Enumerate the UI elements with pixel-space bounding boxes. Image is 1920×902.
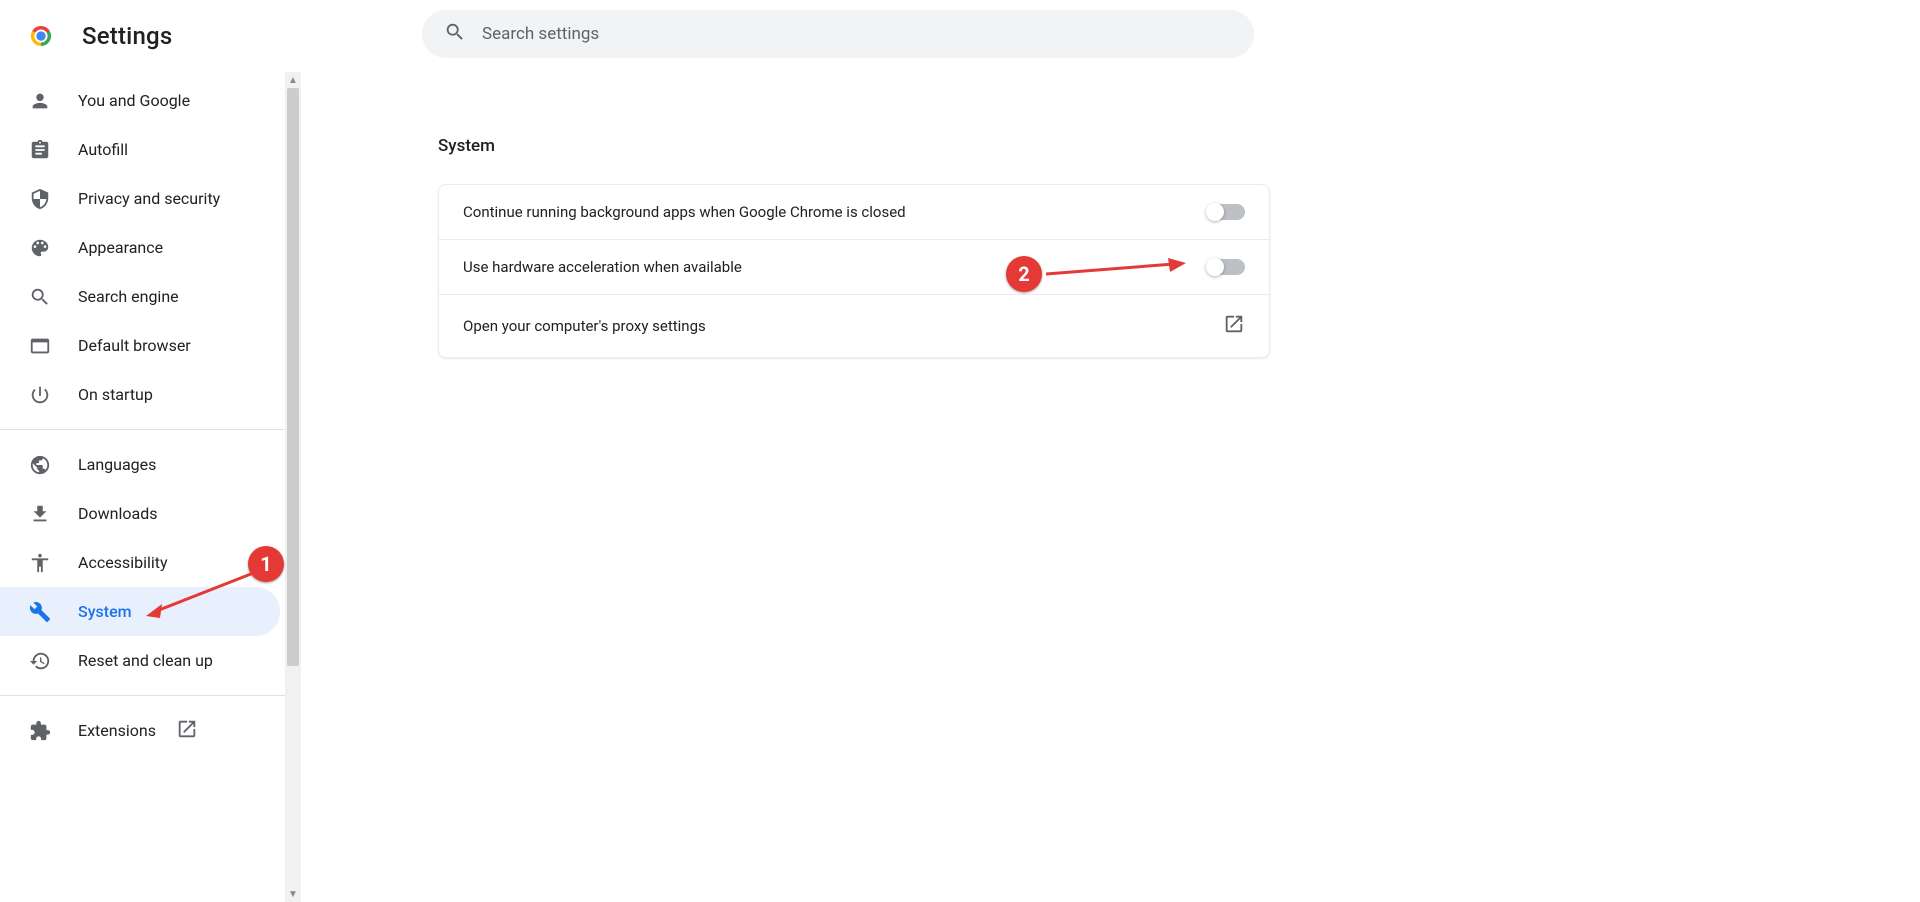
sidebar-container: You and Google Autofill Privacy and securi… xyxy=(0,72,302,902)
sidebar-item-accessibility[interactable]: Accessibility xyxy=(0,538,280,587)
sidebar-item-reset-and-clean-up[interactable]: Reset and clean up xyxy=(0,636,280,685)
sidebar-item-on-startup[interactable]: On startup xyxy=(0,370,280,419)
globe-icon xyxy=(28,453,52,477)
settings-row[interactable]: Open your computer's proxy settings xyxy=(439,295,1269,357)
sidebar-item-label: Extensions xyxy=(78,721,156,740)
toggle-knob xyxy=(1206,203,1224,221)
browser-icon xyxy=(28,334,52,358)
extension-icon xyxy=(28,719,52,743)
sidebar-item-label: Languages xyxy=(78,455,156,474)
toggle-switch[interactable] xyxy=(1207,204,1245,220)
person-icon xyxy=(28,89,52,113)
main-content: System Continue running background apps … xyxy=(302,72,1920,902)
sidebar-item-default-browser[interactable]: Default browser xyxy=(0,321,280,370)
toggle-knob xyxy=(1206,258,1224,276)
sidebar-item-privacy-and-security[interactable]: Privacy and security xyxy=(0,174,280,223)
shield-icon xyxy=(28,187,52,211)
sidebar-item-you-and-google[interactable]: You and Google xyxy=(0,76,280,125)
sidebar-item-label: System xyxy=(78,602,132,621)
sidebar-item-autofill[interactable]: Autofill xyxy=(0,125,280,174)
clipboard-icon xyxy=(28,138,52,162)
settings-row-label: Continue running background apps when Go… xyxy=(463,203,906,221)
sidebar-item-languages[interactable]: Languages xyxy=(0,440,280,489)
sidebar-item-label: Search engine xyxy=(78,287,179,306)
sidebar-item-search-engine[interactable]: Search engine xyxy=(0,272,280,321)
sidebar-item-label: Accessibility xyxy=(78,553,168,572)
settings-card: Continue running background apps when Go… xyxy=(438,184,1270,358)
sidebar-scrollbar[interactable]: ▲ ▼ xyxy=(285,72,301,902)
power-icon xyxy=(28,383,52,407)
settings-row-label: Open your computer's proxy settings xyxy=(463,317,706,335)
sidebar-item-label: On startup xyxy=(78,385,153,404)
sidebar-nav: You and Google Autofill Privacy and securi… xyxy=(0,72,286,902)
sidebar-item-label: Autofill xyxy=(78,140,128,159)
sidebar-item-label: Default browser xyxy=(78,336,191,355)
open-external-icon xyxy=(1223,313,1245,339)
sidebar-divider xyxy=(0,695,286,696)
search-input[interactable] xyxy=(482,24,1232,44)
scroll-thumb[interactable] xyxy=(287,88,299,666)
sidebar-divider xyxy=(0,429,286,430)
toggle-switch[interactable] xyxy=(1207,259,1245,275)
search-icon xyxy=(444,21,482,47)
accessibility-icon xyxy=(28,551,52,575)
sidebar-item-extensions[interactable]: Extensions xyxy=(0,706,280,755)
download-icon xyxy=(28,502,52,526)
page-title: Settings xyxy=(82,22,172,50)
sidebar-item-label: Appearance xyxy=(78,238,163,257)
palette-icon xyxy=(28,236,52,260)
settings-row: Use hardware acceleration when available xyxy=(439,240,1269,295)
sidebar-item-label: You and Google xyxy=(78,91,190,110)
settings-row-label: Use hardware acceleration when available xyxy=(463,258,742,276)
search-icon xyxy=(28,285,52,309)
sidebar-item-system[interactable]: System xyxy=(0,587,280,636)
chrome-logo-icon xyxy=(26,21,56,51)
wrench-icon xyxy=(28,600,52,624)
sidebar-item-downloads[interactable]: Downloads xyxy=(0,489,280,538)
scroll-down-button[interactable]: ▼ xyxy=(285,886,301,902)
sidebar-item-label: Reset and clean up xyxy=(78,651,213,670)
section-title: System xyxy=(438,136,1920,156)
sidebar-item-appearance[interactable]: Appearance xyxy=(0,223,280,272)
history-icon xyxy=(28,649,52,673)
sidebar-item-label: Downloads xyxy=(78,504,157,523)
open-external-icon xyxy=(176,718,198,744)
sidebar-item-label: Privacy and security xyxy=(78,189,220,208)
settings-row: Continue running background apps when Go… xyxy=(439,185,1269,240)
scroll-up-button[interactable]: ▲ xyxy=(285,72,301,88)
search-bar[interactable] xyxy=(422,10,1254,58)
